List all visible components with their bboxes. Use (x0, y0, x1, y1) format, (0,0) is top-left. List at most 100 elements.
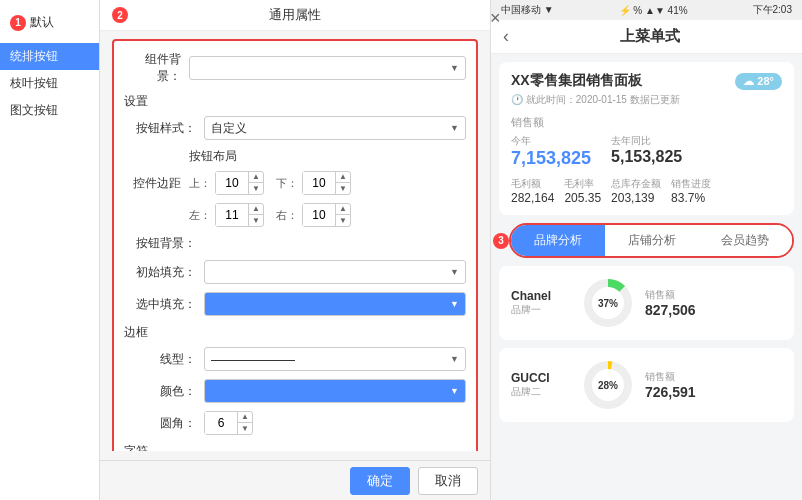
stat-3: 销售进度 83.7% (671, 177, 711, 205)
margin-top-group: 上： ▲ ▼ 下： ▲ ▼ (189, 171, 351, 195)
top-spin-up[interactable]: ▲ (249, 172, 263, 183)
brand-sub-1: 品牌二 (511, 385, 571, 399)
top-input[interactable] (216, 172, 248, 194)
cancel-button[interactable]: 取消 (418, 467, 478, 495)
initial-fill-label: 初始填充： (124, 264, 204, 281)
btn-style-value: 自定义 (211, 120, 247, 137)
chevron-down-icon-2: ▼ (450, 123, 459, 133)
color-row: 颜色： ▼ (124, 379, 466, 403)
left-spinbox[interactable]: ▲ ▼ (215, 203, 264, 227)
margin-row-2: 左： ▲ ▼ 右： ▲ ▼ (124, 203, 466, 227)
btn-bg-label: 按钮背景： (124, 235, 204, 252)
stat-1: 毛利率 205.35 (564, 177, 601, 205)
left-spin-down[interactable]: ▼ (249, 215, 263, 226)
btn-layout-label: 按钮布局 (189, 148, 466, 165)
control-border-label: 控件边距 (124, 175, 189, 192)
bottom-input[interactable] (303, 172, 335, 194)
nav-item-0[interactable]: 统排按钮 (0, 43, 99, 70)
bottom-spin-down[interactable]: ▼ (336, 183, 350, 194)
brand-sales-value-0: 827,506 (645, 302, 782, 318)
radius-input[interactable] (205, 412, 237, 434)
right-input[interactable] (303, 204, 335, 226)
phone-content: XX零售集团销售面板 ☁ 28° 🕐 就此时间：2020-01-15 数据已更新… (491, 54, 802, 500)
radius-spin-up[interactable]: ▲ (238, 412, 252, 423)
right-panel: 中国移动 ▼ ⚡ % ▲▼ 41% 下午2:03 ‹ 上菜单式 XX零售集团销售… (490, 0, 802, 500)
tab-store[interactable]: 店铺分析 (605, 225, 699, 256)
right-spin-down[interactable]: ▼ (336, 215, 350, 226)
btn-style-select[interactable]: 自定义 ▼ (204, 116, 466, 140)
group-bg-label: 组件背景： (124, 51, 189, 85)
stat-1-label: 毛利率 (564, 177, 601, 191)
stat-2-label: 总库存金额 (611, 177, 661, 191)
phone-nav-title: 上菜单式 (509, 27, 790, 46)
btn-style-label: 按钮样式： (124, 120, 204, 137)
confirm-button[interactable]: 确定 (350, 467, 410, 495)
brand-sales-label-1: 销售额 (645, 370, 782, 384)
selected-fill-select[interactable]: ▼ (204, 292, 466, 316)
initial-fill-row: 初始填充： ▼ (124, 260, 466, 284)
stat-3-value: 83.7% (671, 191, 711, 205)
selected-fill-label: 选中填充： (124, 296, 204, 313)
top-spinbox[interactable]: ▲ ▼ (215, 171, 264, 195)
top-label: 上： (189, 176, 211, 191)
sales-stats: 毛利额 282,164 毛利率 205.35 总库存金额 203,139 销售进… (511, 177, 782, 205)
bottom-spinbox[interactable]: ▲ ▼ (302, 171, 351, 195)
brand-name-1: GUCCI (511, 371, 571, 385)
brand-info-0: Chanel 品牌一 (511, 289, 571, 317)
stat-1-value: 205.35 (564, 191, 601, 205)
badge-1: 1 (10, 15, 26, 31)
top-spin-down[interactable]: ▼ (249, 183, 263, 194)
radius-spin-down[interactable]: ▼ (238, 423, 252, 434)
color-select[interactable]: ▼ (204, 379, 466, 403)
brand-info-1: GUCCI 品牌二 (511, 371, 571, 399)
brand-sales-0: 销售额 827,506 (645, 288, 782, 318)
line-type-select[interactable]: —————— ▼ (204, 347, 466, 371)
this-year-group: 今年 7,153,825 (511, 134, 591, 169)
radius-spinbox[interactable]: ▲ ▼ (204, 411, 253, 435)
percent-label-0: 37% (598, 298, 618, 309)
radius-row: 圆角： ▲ ▼ (124, 411, 466, 435)
font-header: 字符 (124, 443, 466, 451)
left-input[interactable] (216, 204, 248, 226)
settings-header: 设置 (124, 93, 466, 110)
middle-header: 2 通用属性 (100, 0, 490, 31)
date-info: 🕐 就此时间：2020-01-15 数据已更新 (511, 93, 782, 107)
nav-item-2[interactable]: 图文按钮 (0, 97, 99, 124)
line-type-row: 线型： —————— ▼ (124, 347, 466, 371)
badge-3: 3 (493, 233, 509, 249)
donut-1: 28% (581, 358, 635, 412)
close-icon[interactable]: × (490, 8, 501, 29)
brand-sub-0: 品牌一 (511, 303, 571, 317)
stat-2: 总库存金额 203,139 (611, 177, 661, 205)
default-label: 默认 (30, 14, 54, 31)
stat-2-value: 203,139 (611, 191, 661, 205)
this-year-label: 今年 (511, 134, 591, 148)
weather-icon: ☁ (743, 75, 754, 88)
initial-fill-select[interactable]: ▼ (204, 260, 466, 284)
stat-3-label: 销售进度 (671, 177, 711, 191)
right-spin-up[interactable]: ▲ (336, 204, 350, 215)
signal-label: ⚡ % ▲▼ 41% (619, 5, 688, 16)
radius-label: 圆角： (124, 415, 204, 432)
left-spin-up[interactable]: ▲ (249, 204, 263, 215)
chevron-down-icon-4: ▼ (450, 299, 459, 309)
chevron-down-icon: ▼ (450, 63, 459, 73)
bottom-spin-up[interactable]: ▲ (336, 172, 350, 183)
percent-label-1: 28% (598, 380, 618, 391)
group-bg-select[interactable]: ▼ (189, 56, 466, 80)
brand-card-0: Chanel 品牌一 37% 销售额 827,506 (499, 266, 794, 340)
temp-label: 28° (757, 75, 774, 87)
last-year-value: 5,153,825 (611, 148, 682, 166)
left-label: 左： (189, 208, 211, 223)
nav-item-1[interactable]: 枝叶按钮 (0, 70, 99, 97)
tab-member[interactable]: 会员趋势 (698, 225, 792, 256)
tab-brand[interactable]: 品牌分析 (511, 225, 605, 256)
badge-2: 2 (112, 7, 128, 23)
weather-badge: ☁ 28° (735, 73, 782, 90)
time-label: 下午2:03 (753, 3, 792, 17)
right-spinbox[interactable]: ▲ ▼ (302, 203, 351, 227)
sales-numbers: 今年 7,153,825 去年同比 5,153,825 (511, 134, 782, 169)
carrier-label: 中国移动 ▼ (501, 3, 554, 17)
chevron-down-icon-5: ▼ (450, 354, 459, 364)
sales-section-label: 销售额 (511, 115, 782, 130)
